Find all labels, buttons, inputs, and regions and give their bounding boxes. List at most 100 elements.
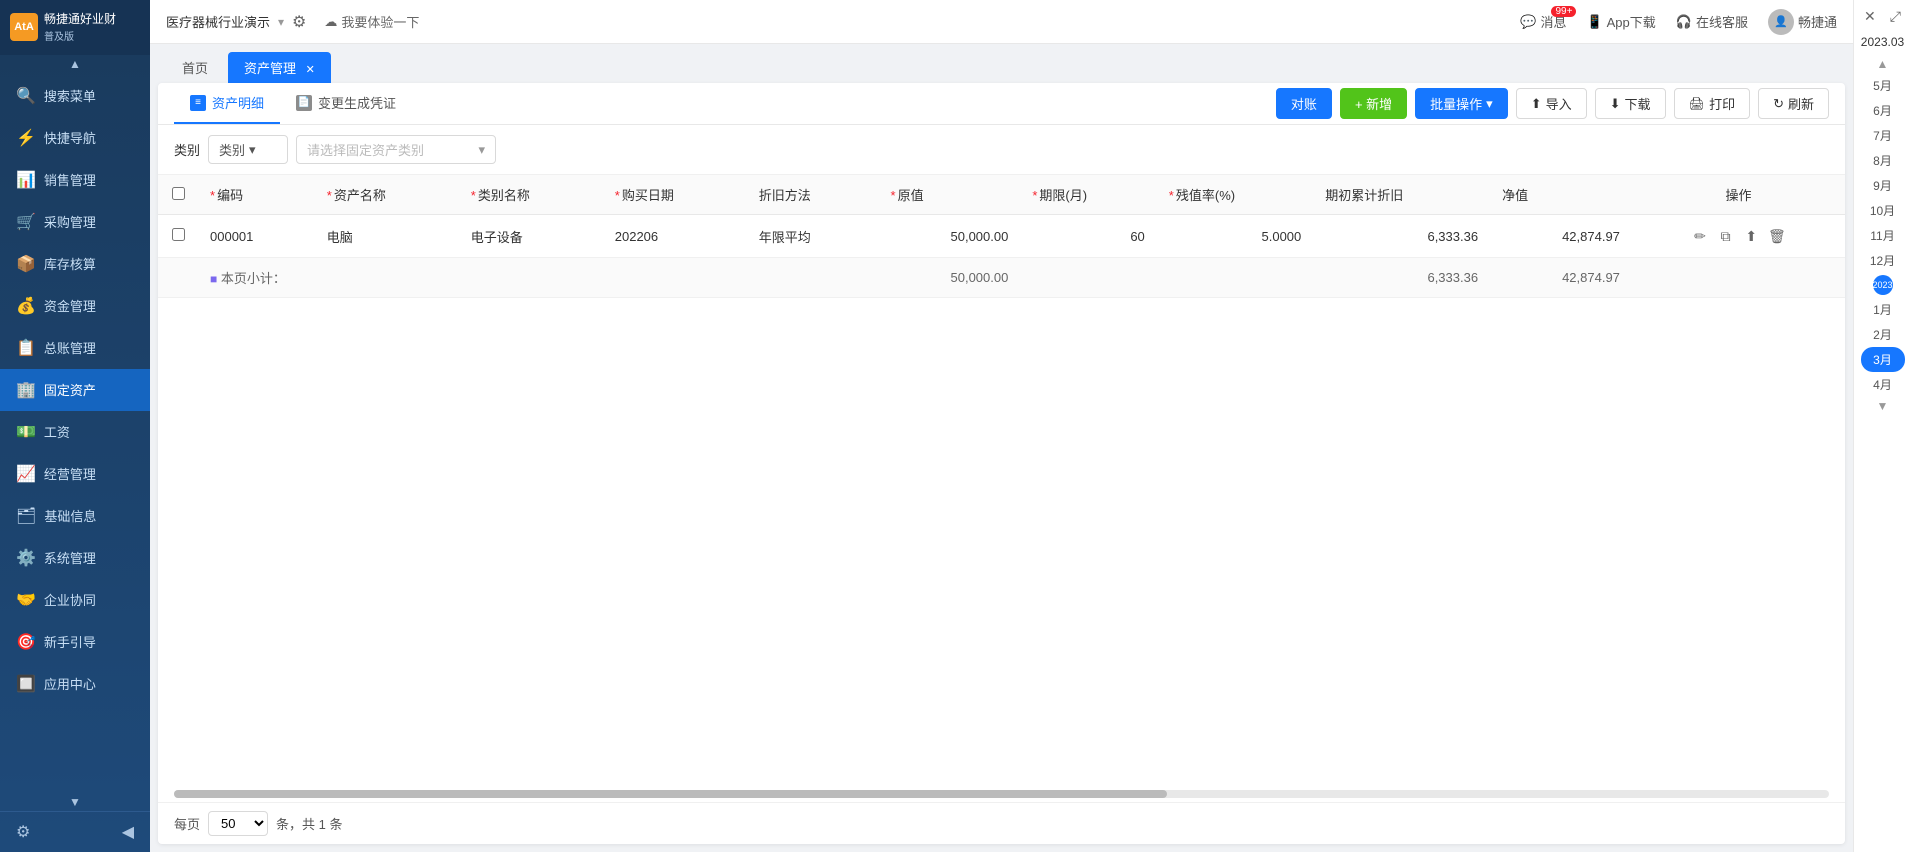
sidebar-item-label: 工资 xyxy=(44,422,70,441)
row-net-value: 42,874.97 xyxy=(1490,215,1632,258)
search-icon: 🔍 xyxy=(16,86,36,106)
panel-nav-up[interactable]: ▲ xyxy=(1875,55,1891,73)
sidebar-item-label: 基础信息 xyxy=(44,506,96,525)
tab-home[interactable]: 首页 xyxy=(166,52,224,83)
app-download-btn[interactable]: 📱 App下载 xyxy=(1586,12,1655,31)
sidebar-item-guide[interactable]: 🎯 新手引导 xyxy=(0,621,150,663)
topbar-settings-icon[interactable]: ⚙ xyxy=(292,12,306,32)
print-button[interactable]: 🖨 打印 xyxy=(1674,88,1751,119)
sidebar-item-label: 新手引导 xyxy=(44,632,96,651)
sub-tab-asset-detail[interactable]: ≡ 资产明细 xyxy=(174,83,280,124)
logo-text-block: 畅捷通好业财 普及版 xyxy=(44,12,116,43)
asset-table-container: *编码 *资产名称 *类别名称 *购买日期 折旧方法 *原值 *期限(月) *残… xyxy=(158,175,1845,786)
fixed-assets-icon: 🏢 xyxy=(16,380,36,400)
panel-expand-button[interactable]: ⤢ xyxy=(1884,6,1907,27)
subtotal-text: 本页小计： xyxy=(221,271,286,286)
sidebar-item-label: 采购管理 xyxy=(44,212,96,231)
message-badge: 99+ xyxy=(1551,6,1576,17)
download-button[interactable]: ⬇ 下载 xyxy=(1595,88,1666,119)
row-depreciation-method: 年限平均 xyxy=(747,215,879,258)
month-7[interactable]: 7月 xyxy=(1861,123,1905,148)
row-checkbox[interactable] xyxy=(172,228,185,241)
sidebar-item-quick-nav[interactable]: ⚡ 快捷导航 xyxy=(0,117,150,159)
ledger-icon: 📋 xyxy=(16,338,36,358)
main-area: 医疗器械行业演示 ▾ ⚙ ☁ 我要体验一下 💬 消息 99+ 📱 App下载 🎧… xyxy=(150,0,1853,852)
subtotal-row: ■ 本页小计： 50,000.00 6,333.36 42,874.97 xyxy=(158,258,1845,298)
tab-asset-mgmt[interactable]: 资产管理 ✕ xyxy=(228,52,331,83)
sidebar-scroll-up[interactable]: ▲ xyxy=(0,55,150,73)
sidebar-item-search[interactable]: 🔍 搜索菜单 xyxy=(0,75,150,117)
sidebar-item-capital[interactable]: 💰 资金管理 xyxy=(0,285,150,327)
sidebar-item-label: 经营管理 xyxy=(44,464,96,483)
month-12[interactable]: 12月 xyxy=(1861,248,1905,273)
new-button[interactable]: + 新增 xyxy=(1340,88,1407,119)
filter-category-type-select[interactable]: 类别 ▾ xyxy=(208,135,288,164)
th-category-name: *类别名称 xyxy=(459,175,603,215)
sidebar-item-system[interactable]: ⚙️ 系统管理 xyxy=(0,537,150,579)
month-5[interactable]: 5月 xyxy=(1861,73,1905,98)
scrollbar-thumb[interactable] xyxy=(174,790,1167,798)
row-code: 000001 xyxy=(198,215,315,258)
refresh-button[interactable]: ↻ 刷新 xyxy=(1758,88,1829,119)
filter-category-input[interactable]: 请选择固定资产类别 ▾ xyxy=(296,135,496,164)
user-profile[interactable]: 👤 畅捷通 xyxy=(1768,9,1837,35)
import-button[interactable]: ⬆ 导入 xyxy=(1516,88,1587,119)
edit-icon[interactable]: ✏ xyxy=(1689,225,1711,247)
sales-icon: 📊 xyxy=(16,170,36,190)
settings-bottom-icon[interactable]: ⚙ xyxy=(16,822,30,842)
sidebar-item-label: 系统管理 xyxy=(44,548,96,567)
subtotal-empty-residual xyxy=(1157,258,1313,298)
delete-icon[interactable]: 🗑 xyxy=(1766,225,1788,247)
batch-ops-button[interactable]: 批量操作 ▾ xyxy=(1415,88,1508,119)
import-label: 导入 xyxy=(1546,94,1572,113)
inventory-icon: 📦 xyxy=(16,254,36,274)
reconcile-button[interactable]: 对账 xyxy=(1276,88,1332,119)
capital-icon: 💰 xyxy=(16,296,36,316)
month-2[interactable]: 2月 xyxy=(1861,322,1905,347)
panel-nav-down[interactable]: ▼ xyxy=(1875,397,1891,415)
experience-btn[interactable]: ☁ 我要体验一下 xyxy=(314,12,429,31)
month-11[interactable]: 11月 xyxy=(1861,223,1905,248)
horizontal-scrollbar[interactable] xyxy=(174,790,1829,798)
message-btn[interactable]: 💬 消息 99+ xyxy=(1520,12,1566,31)
sidebar-item-inventory[interactable]: 📦 库存核算 xyxy=(0,243,150,285)
sidebar-item-cooperation[interactable]: 🤝 企业协同 xyxy=(0,579,150,621)
month-1[interactable]: 1月 xyxy=(1861,297,1905,322)
filter-category-placeholder: 请选择固定资产类别 xyxy=(307,140,424,159)
month-8[interactable]: 8月 xyxy=(1861,148,1905,173)
sidebar-item-app-center[interactable]: 🔲 应用中心 xyxy=(0,663,150,705)
sidebar-item-purchase[interactable]: 🛒 采购管理 xyxy=(0,201,150,243)
asset-table: *编码 *资产名称 *类别名称 *购买日期 折旧方法 *原值 *期限(月) *残… xyxy=(158,175,1845,298)
cooperation-icon: 🤝 xyxy=(16,590,36,610)
pagination-per-page-select[interactable]: 50 10 20 100 xyxy=(208,811,268,836)
upload-icon[interactable]: ⬆ xyxy=(1740,225,1762,247)
month-9[interactable]: 9月 xyxy=(1861,173,1905,198)
sidebar-item-fixed-assets[interactable]: 🏢 固定资产 xyxy=(0,369,150,411)
year-2023-dot[interactable]: 2023 xyxy=(1873,275,1893,295)
sidebar-item-payroll[interactable]: 💵 工资 xyxy=(0,411,150,453)
subtotal-label: ■ 本页小计： xyxy=(198,258,879,298)
sub-tab-change-voucher[interactable]: 📄 变更生成凭证 xyxy=(280,83,412,124)
row-initial-accumulated-dep: 6,333.36 xyxy=(1313,215,1490,258)
online-service-btn[interactable]: 🎧 在线客服 xyxy=(1676,12,1748,31)
sidebar-scroll-down[interactable]: ▼ xyxy=(0,793,150,811)
row-operations: ✏ ⧉ ⬆ 🗑 xyxy=(1632,215,1845,258)
collapse-sidebar-icon[interactable]: ◀ xyxy=(122,822,134,842)
chevron-down-icon[interactable]: ▾ xyxy=(278,15,284,29)
tab-close-icon[interactable]: ✕ xyxy=(306,64,315,76)
panel-close-button[interactable]: ✕ xyxy=(1858,6,1882,27)
month-10[interactable]: 10月 xyxy=(1861,198,1905,223)
month-4[interactable]: 4月 xyxy=(1861,372,1905,397)
sidebar-item-basic-info[interactable]: 🗂 基础信息 xyxy=(0,495,150,537)
select-all-checkbox[interactable] xyxy=(172,187,185,200)
row-category-name: 电子设备 xyxy=(459,215,603,258)
sub-tab-asset-detail-label: 资产明细 xyxy=(212,93,264,112)
sidebar-item-sales[interactable]: 📊 销售管理 xyxy=(0,159,150,201)
sidebar-item-management[interactable]: 📈 经营管理 xyxy=(0,453,150,495)
sidebar-item-label: 固定资产 xyxy=(44,380,96,399)
copy-icon[interactable]: ⧉ xyxy=(1715,225,1737,247)
month-6[interactable]: 6月 xyxy=(1861,98,1905,123)
sidebar-logo: AtA 畅捷通好业财 普及版 xyxy=(0,0,150,55)
sidebar-item-ledger[interactable]: 📋 总账管理 xyxy=(0,327,150,369)
month-3-active[interactable]: 3月 xyxy=(1861,347,1905,372)
